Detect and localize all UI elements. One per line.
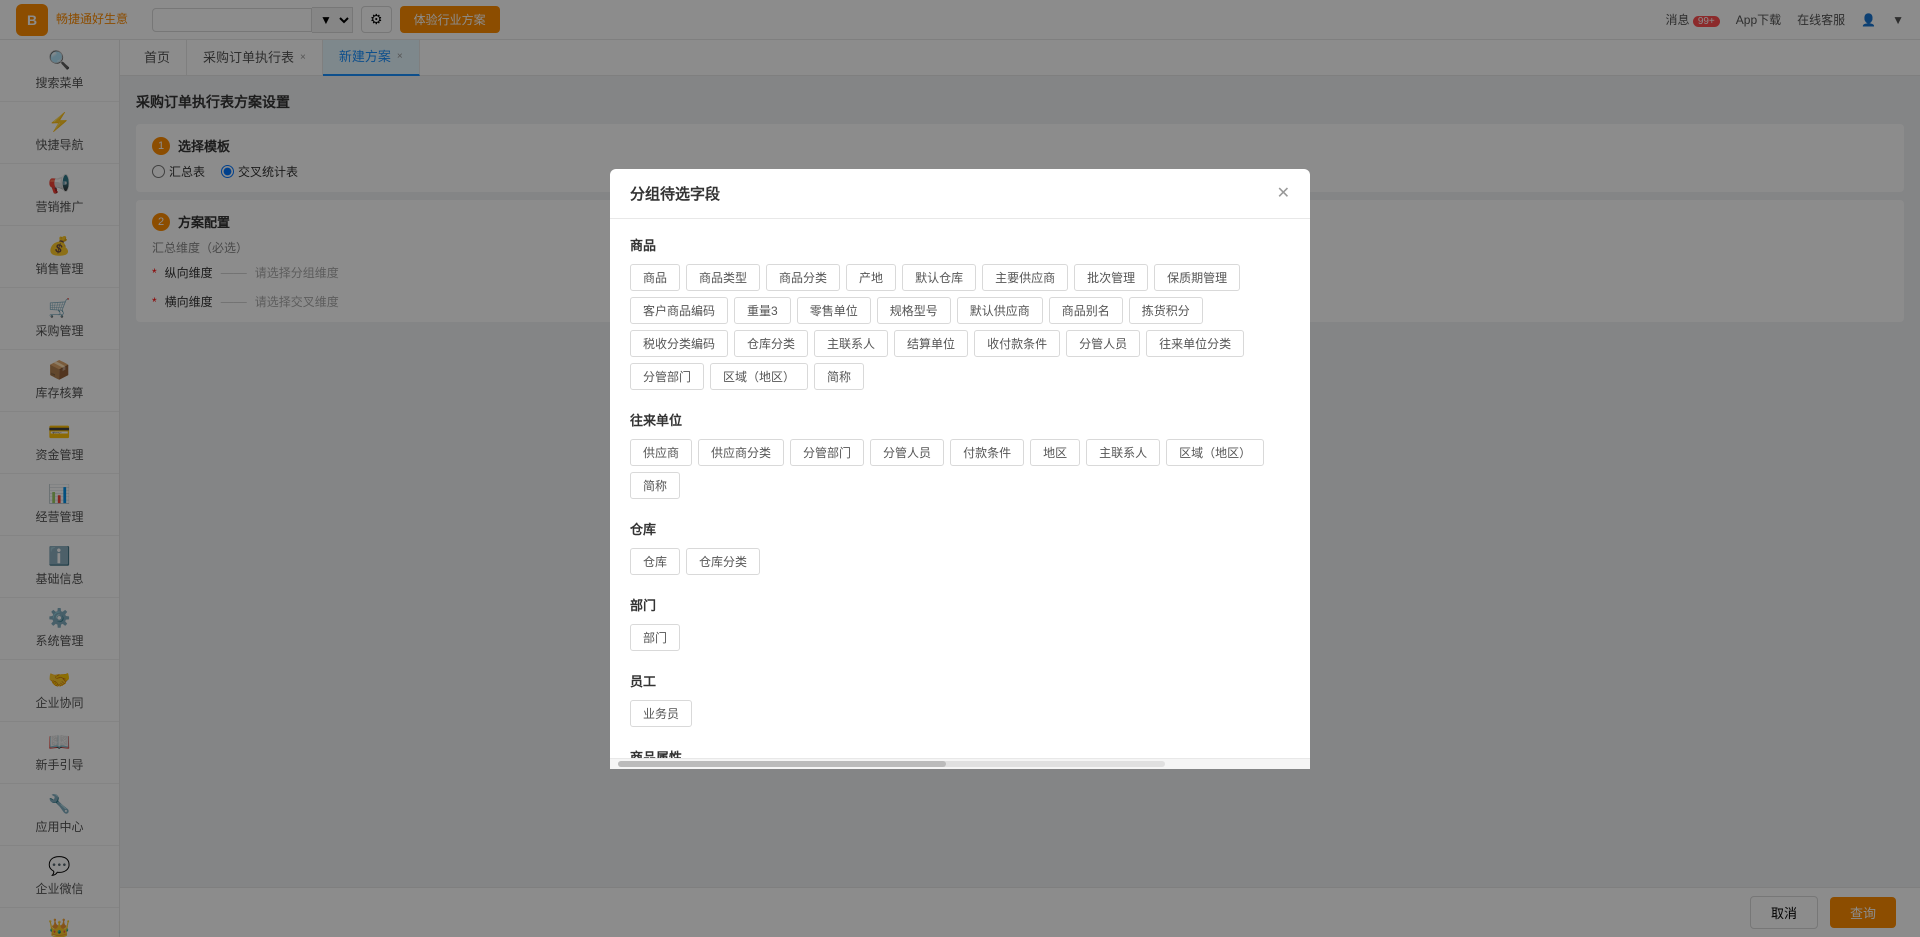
section-product-attr-title: 商品属性 bbox=[630, 747, 1290, 759]
section-product-attr: 商品属性 属性 颜色 多规格 尺码 鞋码 1 bbox=[630, 747, 1290, 759]
tag-salesperson[interactable]: 业务员 bbox=[630, 700, 692, 727]
tag-wh[interactable]: 仓库 bbox=[630, 548, 680, 575]
tag-main-contact[interactable]: 主联系人 bbox=[814, 330, 888, 357]
field-select-modal: 分组待选字段 ✕ 商品 商品 商品类型 商品分类 产地 默认仓库 主要供应商 批… bbox=[610, 169, 1310, 769]
tag-customer-code[interactable]: 客户商品编码 bbox=[630, 297, 728, 324]
tag-department[interactable]: 部门 bbox=[630, 624, 680, 651]
product-tags: 商品 商品类型 商品分类 产地 默认仓库 主要供应商 批次管理 保质期管理 客户… bbox=[630, 264, 1290, 390]
tag-person[interactable]: 分管人员 bbox=[870, 439, 944, 466]
modal-close-button[interactable]: ✕ bbox=[1277, 183, 1290, 203]
tag-origin[interactable]: 产地 bbox=[846, 264, 896, 291]
section-product: 商品 商品 商品类型 商品分类 产地 默认仓库 主要供应商 批次管理 保质期管理… bbox=[630, 235, 1290, 390]
partner-tags: 供应商 供应商分类 分管部门 分管人员 付款条件 地区 主联系人 区域（地区） … bbox=[630, 439, 1290, 499]
tag-pay-terms[interactable]: 付款条件 bbox=[950, 439, 1024, 466]
tag-batch-mgmt[interactable]: 批次管理 bbox=[1074, 264, 1148, 291]
tag-product-category[interactable]: 商品分类 bbox=[766, 264, 840, 291]
warehouse-tags: 仓库 仓库分类 bbox=[630, 548, 1290, 575]
tag-short-name2[interactable]: 简称 bbox=[630, 472, 680, 499]
tag-region[interactable]: 区域（地区） bbox=[710, 363, 808, 390]
tag-weight3[interactable]: 重量3 bbox=[734, 297, 791, 324]
modal-overlay: 分组待选字段 ✕ 商品 商品 商品类型 商品分类 产地 默认仓库 主要供应商 批… bbox=[0, 0, 1920, 937]
section-warehouse-title: 仓库 bbox=[630, 519, 1290, 538]
modal-header: 分组待选字段 ✕ bbox=[610, 169, 1310, 219]
tag-wh-cat[interactable]: 仓库分类 bbox=[686, 548, 760, 575]
section-employee: 员工 业务员 bbox=[630, 671, 1290, 727]
section-employee-title: 员工 bbox=[630, 671, 1290, 690]
tag-short-name[interactable]: 简称 bbox=[814, 363, 864, 390]
tag-product-alias[interactable]: 商品别名 bbox=[1049, 297, 1123, 324]
tag-product-type[interactable]: 商品类型 bbox=[686, 264, 760, 291]
tag-payment-terms[interactable]: 收付款条件 bbox=[974, 330, 1060, 357]
tag-main-supplier[interactable]: 主要供应商 bbox=[982, 264, 1068, 291]
section-department: 部门 部门 bbox=[630, 595, 1290, 651]
modal-hscroll[interactable] bbox=[610, 758, 1310, 769]
section-partner-title: 往来单位 bbox=[630, 410, 1290, 429]
tag-main-contact2[interactable]: 主联系人 bbox=[1086, 439, 1160, 466]
tag-default-warehouse[interactable]: 默认仓库 bbox=[902, 264, 976, 291]
section-warehouse: 仓库 仓库 仓库分类 bbox=[630, 519, 1290, 575]
tag-supplier[interactable]: 供应商 bbox=[630, 439, 692, 466]
tag-settle-unit[interactable]: 结算单位 bbox=[894, 330, 968, 357]
tag-supervisor[interactable]: 分管人员 bbox=[1066, 330, 1140, 357]
tag-area[interactable]: 地区 bbox=[1030, 439, 1080, 466]
tag-warehouse-category[interactable]: 仓库分类 bbox=[734, 330, 808, 357]
section-product-title: 商品 bbox=[630, 235, 1290, 254]
tag-expiry-mgmt[interactable]: 保质期管理 bbox=[1154, 264, 1240, 291]
tag-product[interactable]: 商品 bbox=[630, 264, 680, 291]
tag-tax-code[interactable]: 税收分类编码 bbox=[630, 330, 728, 357]
tag-pick-points[interactable]: 拣货积分 bbox=[1129, 297, 1203, 324]
dept-tags: 部门 bbox=[630, 624, 1290, 651]
modal-body: 商品 商品 商品类型 商品分类 产地 默认仓库 主要供应商 批次管理 保质期管理… bbox=[610, 219, 1310, 759]
tag-retail-unit[interactable]: 零售单位 bbox=[797, 297, 871, 324]
section-partner: 往来单位 供应商 供应商分类 分管部门 分管人员 付款条件 地区 主联系人 区域… bbox=[630, 410, 1290, 499]
tag-spec-model[interactable]: 规格型号 bbox=[877, 297, 951, 324]
modal-title: 分组待选字段 bbox=[630, 183, 720, 204]
tag-default-supplier[interactable]: 默认供应商 bbox=[957, 297, 1043, 324]
tag-partner-category[interactable]: 往来单位分类 bbox=[1146, 330, 1244, 357]
tag-supplier-category[interactable]: 供应商分类 bbox=[698, 439, 784, 466]
tag-region2[interactable]: 区域（地区） bbox=[1166, 439, 1264, 466]
tag-dept-charge[interactable]: 分管部门 bbox=[630, 363, 704, 390]
employee-tags: 业务员 bbox=[630, 700, 1290, 727]
section-department-title: 部门 bbox=[630, 595, 1290, 614]
tag-dept[interactable]: 分管部门 bbox=[790, 439, 864, 466]
